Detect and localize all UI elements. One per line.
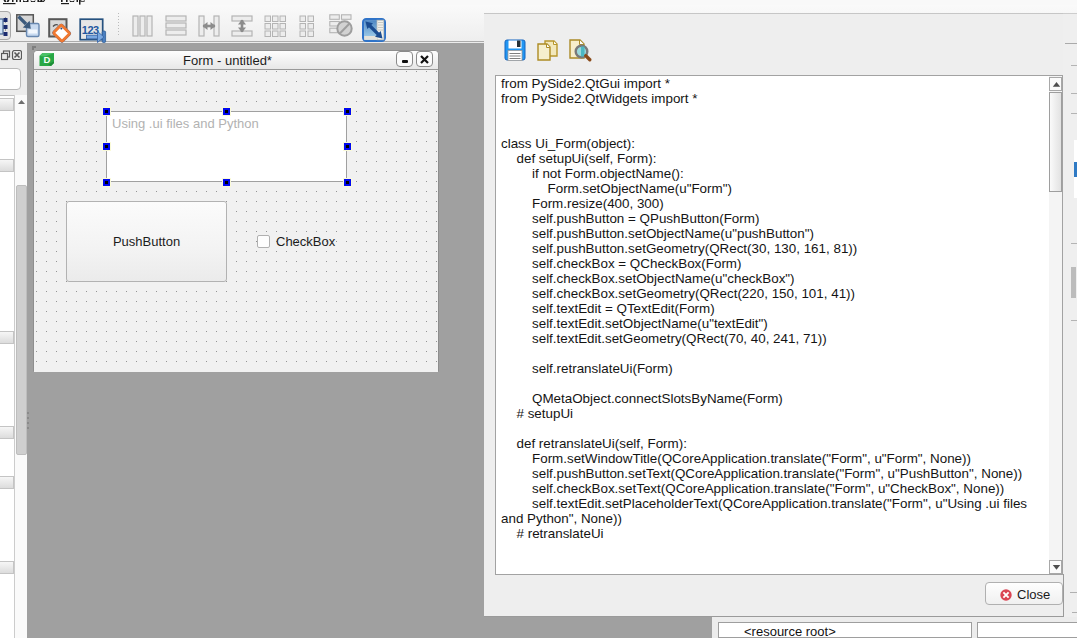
svg-text:123: 123 (82, 24, 99, 36)
